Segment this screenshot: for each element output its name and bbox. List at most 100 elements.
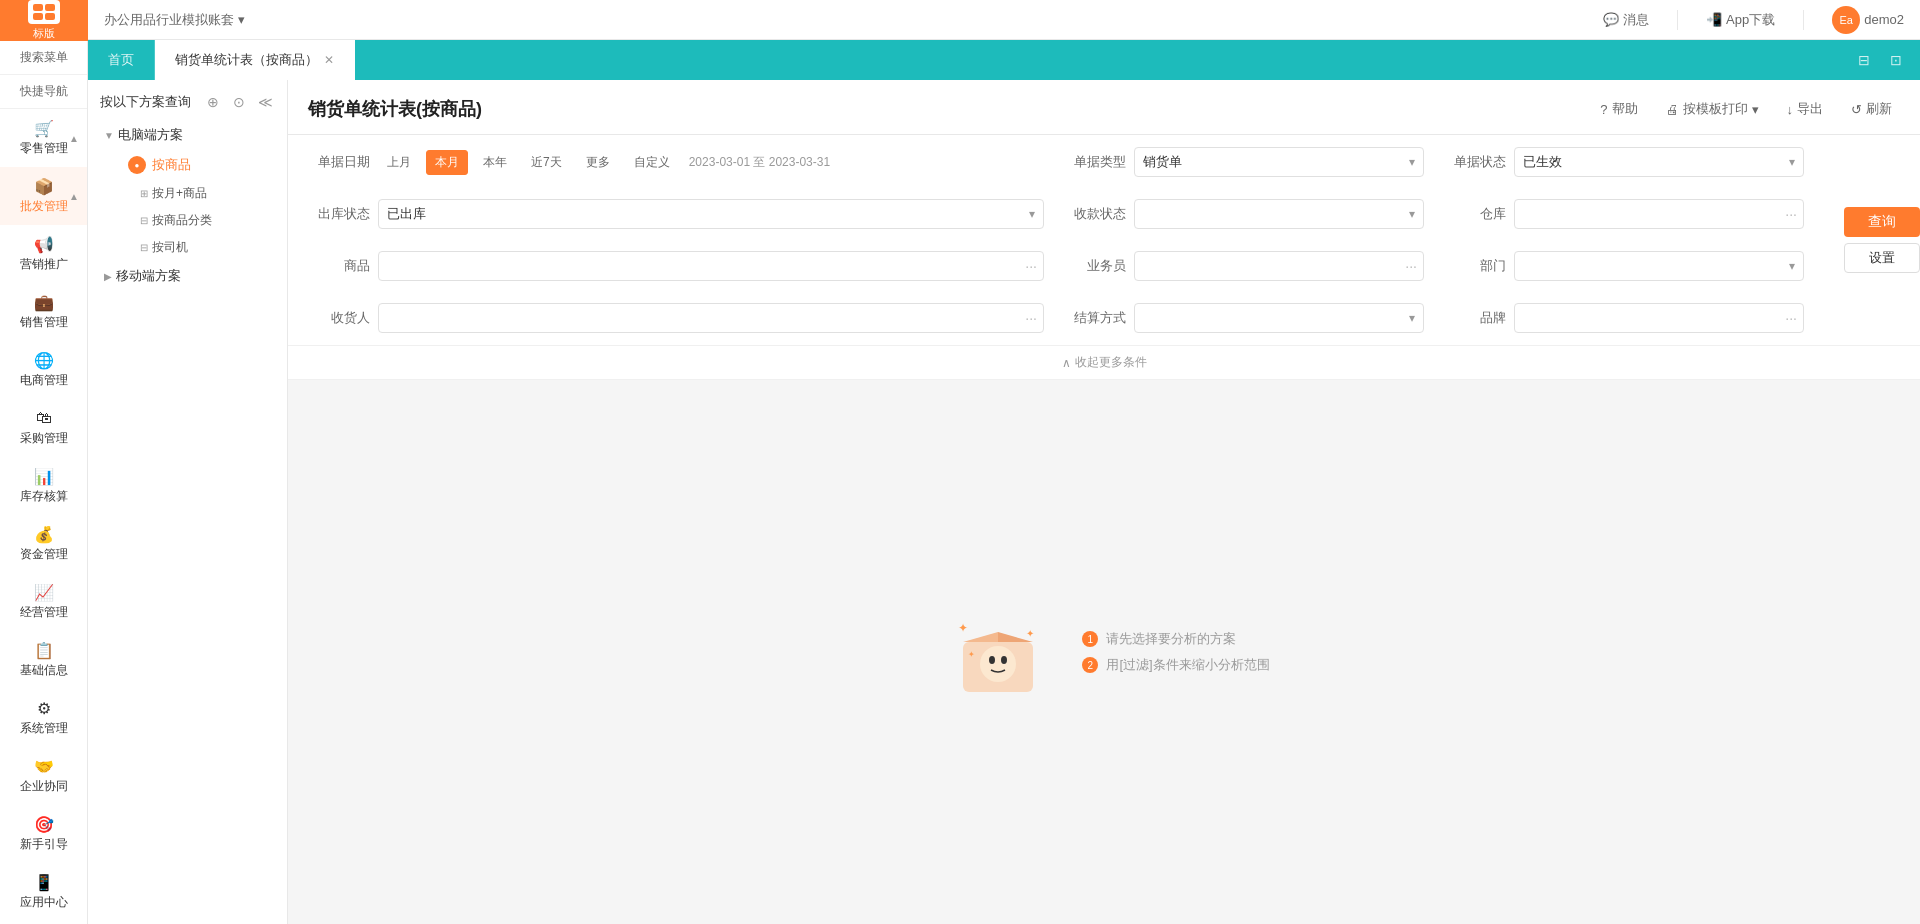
salesperson-label: 业务员: [1064, 257, 1134, 275]
help-btn[interactable]: ? 帮助: [1592, 96, 1645, 122]
brand-control[interactable]: ···: [1514, 303, 1804, 333]
goods-control[interactable]: ···: [378, 251, 1044, 281]
sidebar-item-finance-label: 资金管理: [20, 546, 68, 563]
app-download-btn[interactable]: 📲 App下载: [1706, 11, 1775, 29]
main-area: 办公用品行业模拟账套 ▾ 💬 消息 📲 App下载 Ea demo2: [88, 0, 1920, 924]
logo-icon: [28, 0, 60, 24]
date-btn-more[interactable]: 更多: [577, 150, 619, 175]
print-dropdown-icon: ▾: [1752, 102, 1759, 117]
sidebar-item-purchase[interactable]: 🛍 采购管理: [0, 399, 87, 457]
tree-by-clerk[interactable]: ⊟ 按司机: [96, 234, 279, 261]
refresh-btn[interactable]: ↺ 刷新: [1843, 96, 1900, 122]
sidebar-item-operations[interactable]: 📈 经营管理: [0, 573, 87, 631]
maximize-btn[interactable]: ⊡: [1884, 48, 1908, 72]
filter-payment-status: 收款状态 ▾: [1064, 199, 1424, 229]
export-btn[interactable]: ↓ 导出: [1779, 96, 1832, 122]
filter-section: 单据日期 上月 本月 本年: [288, 135, 1920, 380]
sidebar-item-marketing[interactable]: 📢 营销推广: [0, 225, 87, 283]
template-print-label: 按模板打印: [1683, 100, 1748, 118]
content-area: 按以下方案查询 ⊕ ⊙ ≪ ▼ 电脑端方案 ● 按商品: [88, 80, 1920, 924]
app-download-icon: 📲: [1706, 12, 1722, 27]
page-header: 销货单统计表(按商品) ? 帮助 🖨 按模板打印 ▾ ↓ 导出: [288, 80, 1920, 135]
tab-close-icon[interactable]: ✕: [324, 53, 334, 67]
by-goods-icon: ●: [128, 156, 146, 174]
hint2-text: 用[过滤]条件来缩小分析范围: [1106, 656, 1269, 674]
receiver-label: 收货人: [308, 309, 378, 327]
industry-selector[interactable]: 办公用品行业模拟账套 ▾: [104, 11, 245, 29]
out-status-control[interactable]: 已出库 ▾: [378, 199, 1044, 229]
add-scheme-btn[interactable]: ⊕: [203, 92, 223, 112]
collapse-panel-btn[interactable]: ≪: [255, 92, 275, 112]
date-btn-last-month[interactable]: 上月: [378, 150, 420, 175]
query-button[interactable]: 查询: [1844, 207, 1920, 237]
edit-scheme-btn[interactable]: ⊙: [229, 92, 249, 112]
sidebar-item-finance[interactable]: 💰 资金管理: [0, 515, 87, 573]
left-panel-header: 按以下方案查询 ⊕ ⊙ ≪: [88, 92, 287, 120]
tree-by-goods[interactable]: ● 按商品: [96, 150, 279, 180]
date-btn-this-month[interactable]: 本月: [426, 150, 468, 175]
sidebar-item-sales[interactable]: 💼 销售管理: [0, 283, 87, 341]
date-btn-this-year[interactable]: 本年: [474, 150, 516, 175]
sidebar-item-retail-label: 零售管理: [20, 140, 68, 157]
receiver-control[interactable]: ···: [378, 303, 1044, 333]
header-divider2: [1803, 10, 1804, 30]
filter-doc-status: 单据状态 已生效 ▾: [1444, 147, 1804, 177]
template-print-btn[interactable]: 🖨 按模板打印 ▾: [1658, 96, 1767, 122]
sidebar-item-wholesale[interactable]: 📦 批发管理 ▲: [0, 167, 87, 225]
svg-rect-0: [33, 4, 43, 11]
sidebar-item-wholesale-label: 批发管理: [20, 198, 68, 215]
tab-sales-stat[interactable]: 销货单统计表（按商品） ✕: [155, 40, 355, 80]
tree-pc-parent[interactable]: ▼ 电脑端方案: [96, 120, 279, 150]
sidebar-item-basic[interactable]: 📋 基础信息: [0, 631, 87, 689]
svg-rect-3: [45, 13, 55, 20]
warehouse-control[interactable]: ···: [1514, 199, 1804, 229]
quick-nav[interactable]: 快捷导航: [0, 75, 87, 109]
minimize-btn[interactable]: ⊟: [1852, 48, 1876, 72]
department-control[interactable]: ▾: [1514, 251, 1804, 281]
doc-status-arrow: ▾: [1789, 155, 1795, 169]
avatar-text: Ea: [1840, 14, 1853, 26]
refresh-icon: ↺: [1851, 102, 1862, 117]
salesperson-control[interactable]: ···: [1134, 251, 1424, 281]
collapse-bar[interactable]: ∧ 收起更多条件: [288, 345, 1920, 379]
sidebar-item-enterprise[interactable]: 🤝 企业协同: [0, 747, 87, 805]
sidebar-item-retail[interactable]: 🛒 零售管理 ▲: [0, 109, 87, 167]
by-clerk-icon: ⊟: [140, 242, 148, 253]
logo[interactable]: 标版: [0, 0, 88, 41]
payment-method-control[interactable]: ▾: [1134, 303, 1424, 333]
sidebar-item-system[interactable]: ⚙ 系统管理: [0, 689, 87, 747]
doc-type-control[interactable]: 销货单 ▾: [1134, 147, 1424, 177]
warehouse-label: 仓库: [1444, 205, 1514, 223]
left-panel: 按以下方案查询 ⊕ ⊙ ≪ ▼ 电脑端方案 ● 按商品: [88, 80, 288, 924]
message-label: 消息: [1623, 11, 1649, 29]
pc-expand-arrow: ▼: [104, 130, 114, 141]
sidebar-item-ecommerce[interactable]: 🌐 电商管理: [0, 341, 87, 399]
username: demo2: [1864, 12, 1904, 27]
sidebar-item-app-center[interactable]: 📱 应用中心: [0, 863, 87, 921]
search-menu[interactable]: 搜索菜单: [0, 41, 87, 75]
help-label: 帮助: [1612, 100, 1638, 118]
tab-home-label: 首页: [108, 51, 134, 69]
left-panel-actions: ⊕ ⊙ ≪: [203, 92, 275, 112]
tree-by-goods-category[interactable]: ⊟ 按商品分类: [96, 207, 279, 234]
sales-icon: 💼: [35, 293, 53, 311]
tree-mobile-parent[interactable]: ▶ 移动端方案: [96, 261, 279, 291]
sidebar-item-inventory[interactable]: 📊 库存核算: [0, 457, 87, 515]
tab-home[interactable]: 首页: [88, 40, 155, 80]
payment-status-control[interactable]: ▾: [1134, 199, 1424, 229]
sidebar-item-guide[interactable]: 🎯 新手引导: [0, 805, 87, 863]
sidebar-item-guide-label: 新手引导: [20, 836, 68, 853]
tree-by-month-goods[interactable]: ⊞ 按月+商品: [96, 180, 279, 207]
user-menu[interactable]: Ea demo2: [1832, 6, 1904, 34]
sidebar-item-system-label: 系统管理: [20, 720, 68, 737]
doc-status-control[interactable]: 已生效 ▾: [1514, 147, 1804, 177]
app-subtitle: 标版: [33, 26, 55, 41]
message-btn[interactable]: 💬 消息: [1603, 11, 1649, 29]
date-btn-custom[interactable]: 自定义: [625, 150, 679, 175]
pc-scheme-label: 电脑端方案: [118, 126, 183, 144]
inventory-icon: 📊: [35, 467, 53, 485]
goods-label: 商品: [308, 257, 378, 275]
filter-warehouse: 仓库 ···: [1444, 199, 1804, 229]
settings-button[interactable]: 设置: [1844, 243, 1920, 273]
date-btn-7days[interactable]: 近7天: [522, 150, 571, 175]
